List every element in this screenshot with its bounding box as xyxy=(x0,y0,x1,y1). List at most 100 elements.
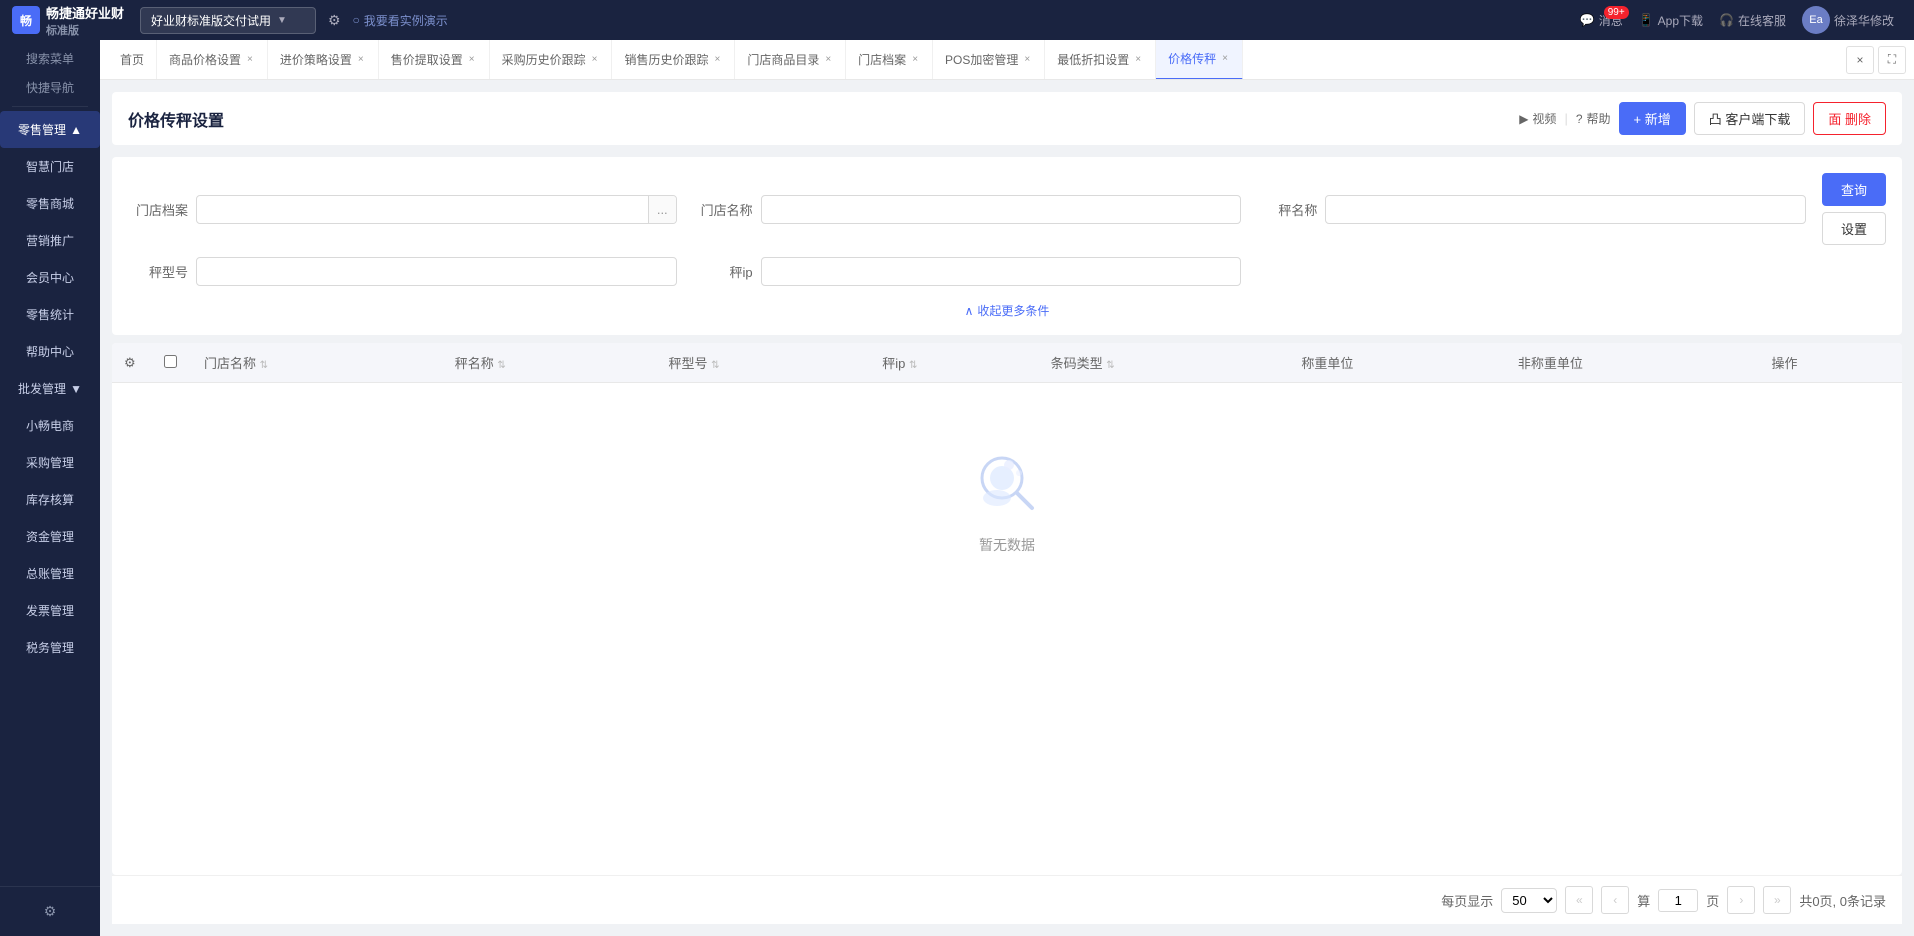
demo-link[interactable]: ○ 我要看实例演示 xyxy=(353,12,448,29)
scale-model-input[interactable] xyxy=(196,257,677,286)
col-barcode-type: 条码类型 ⇅ xyxy=(1039,343,1290,383)
store-file-label: 门店档案 xyxy=(128,200,188,219)
filter-store-file: 门店档案 ... xyxy=(128,195,677,224)
download-button[interactable]: 凸 客户端下载 xyxy=(1694,102,1806,135)
sidebar-item-finance[interactable]: 资金管理 xyxy=(0,518,100,555)
sidebar-divider xyxy=(12,106,88,107)
user-profile-btn[interactable]: Ea 徐泽华修改 xyxy=(1802,6,1894,34)
video-link[interactable]: ▶ 视频 xyxy=(1519,110,1556,127)
tab-close-purchase-history[interactable]: × xyxy=(590,53,600,66)
sidebar-item-general-ledger[interactable]: 总账管理 xyxy=(0,555,100,592)
per-page-select[interactable]: 50 10 20 100 xyxy=(1501,888,1557,913)
sidebar-search[interactable]: 搜索菜单 xyxy=(0,40,100,73)
sort-icon: ⇅ xyxy=(260,360,268,371)
tab-price-transfer[interactable]: 价格传秤 × xyxy=(1156,40,1243,80)
tab-close-pos-manage[interactable]: × xyxy=(1022,53,1032,66)
add-button[interactable]: + 新增 xyxy=(1619,102,1686,135)
tab-close-min-discount[interactable]: × xyxy=(1133,53,1143,66)
top-bar: 畅 畅捷通好业财 标准版 好业财标准版交付试用 ▼ ⚙ ○ 我要看实例演示 💬 … xyxy=(0,0,1914,40)
tab-purchase-strategy[interactable]: 进价策略设置 × xyxy=(268,40,379,80)
tab-close-price-settings[interactable]: × xyxy=(245,53,255,66)
tab-store-catalog[interactable]: 门店商品目录 × xyxy=(735,40,846,80)
help-link[interactable]: ? 帮助 xyxy=(1576,110,1611,127)
sidebar-item-invoice[interactable]: 发票管理 xyxy=(0,592,100,629)
store-file-ellipsis[interactable]: ... xyxy=(648,196,676,223)
store-file-input[interactable] xyxy=(197,196,648,223)
headset-icon: 🎧 xyxy=(1719,13,1734,27)
sidebar: 搜索菜单 快捷导航 零售管理 ▲ 智慧门店 零售商城 营销推广 会员中心 xyxy=(0,40,100,936)
table-settings-icon[interactable]: ⚙ xyxy=(124,355,136,370)
filter-row-2: 秤型号 秤ip xyxy=(128,257,1886,286)
sidebar-item-smart-store[interactable]: 智慧门店 xyxy=(0,148,100,185)
tab-close-purchase-strategy[interactable]: × xyxy=(356,53,366,66)
chevron-down-icon: ▼ xyxy=(277,15,287,26)
sidebar-quick-nav[interactable]: 快捷导航 xyxy=(0,73,100,102)
tab-store-file[interactable]: 门店档案 × xyxy=(846,40,933,80)
last-page-btn[interactable]: » xyxy=(1763,886,1791,914)
tab-purchase-history[interactable]: 采购历史价跟踪 × xyxy=(490,40,613,80)
sidebar-item-retail-stats[interactable]: 零售统计 xyxy=(0,296,100,333)
page-header-actions: ▶ 视频 | ? 帮助 + 新增 凸 客户端下载 面 删除 xyxy=(1519,102,1886,135)
top-bar-right: 💬 消息 99+ 📱 App下载 🎧 在线客服 Ea 徐泽华修改 xyxy=(1580,6,1894,34)
filter-scale-ip: 秤ip xyxy=(693,257,1242,286)
sidebar-item-small-ecom[interactable]: 小畅电商 xyxy=(0,407,100,444)
online-service-btn[interactable]: 🎧 在线客服 xyxy=(1719,12,1786,29)
tab-sale-history[interactable]: 销售历史价跟踪 × xyxy=(612,40,735,80)
tab-min-discount[interactable]: 最低折扣设置 × xyxy=(1045,40,1156,80)
avatar: Ea xyxy=(1802,6,1830,34)
sidebar-item-retail[interactable]: 零售管理 ▲ xyxy=(0,111,100,148)
store-name-input[interactable] xyxy=(761,195,1242,224)
sidebar-item-marketing[interactable]: 营销推广 xyxy=(0,222,100,259)
tab-price-settings[interactable]: 商品价格设置 × xyxy=(157,40,268,80)
store-file-input-group: ... xyxy=(196,195,677,224)
col-scale-name: 秤名称 ⇅ xyxy=(443,343,657,383)
delete-button[interactable]: 面 删除 xyxy=(1813,102,1886,135)
page-number-input[interactable] xyxy=(1658,889,1698,912)
sidebar-item-purchase[interactable]: 采购管理 xyxy=(0,444,100,481)
sidebar-item-member[interactable]: 会员中心 xyxy=(0,259,100,296)
collapse-button[interactable]: ∧ 收起更多条件 xyxy=(965,302,1050,319)
col-scale-model: 秤型号 ⇅ xyxy=(656,343,870,383)
sidebar-settings-icon[interactable]: ⚙ xyxy=(0,895,100,928)
settings-filter-button[interactable]: 设置 xyxy=(1822,212,1886,245)
sidebar-item-wholesale[interactable]: 批发管理 ▼ xyxy=(0,370,100,407)
scale-ip-input[interactable] xyxy=(761,257,1242,286)
scale-name-input[interactable] xyxy=(1325,195,1806,224)
table-section: ⚙ 门店名称 ⇅ 秤名称 xyxy=(112,343,1902,875)
tab-close-sale-history[interactable]: × xyxy=(712,53,722,66)
tab-home[interactable]: 首页 xyxy=(108,40,157,80)
sort-icon: ⇅ xyxy=(711,360,719,371)
tab-close-sale-pickup[interactable]: × xyxy=(467,53,477,66)
demo-icon: ○ xyxy=(353,13,360,27)
store-name-label: 门店名称 xyxy=(693,200,753,219)
empty-text: 暂无数据 xyxy=(979,535,1035,555)
version-selector[interactable]: 好业财标准版交付试用 ▼ xyxy=(140,7,316,34)
tab-pos-manage[interactable]: POS加密管理 × xyxy=(933,40,1045,80)
messages-badge: 99+ xyxy=(1604,6,1629,19)
app-download-btn[interactable]: 📱 App下载 xyxy=(1639,12,1703,29)
version-settings-icon[interactable]: ⚙ xyxy=(324,8,345,33)
collapse-row: ∧ 收起更多条件 xyxy=(128,298,1886,319)
tab-close-store-file[interactable]: × xyxy=(910,53,920,66)
tab-sale-pickup[interactable]: 售价提取设置 × xyxy=(379,40,490,80)
select-all-checkbox[interactable] xyxy=(164,355,177,368)
page-text: 页 xyxy=(1706,891,1719,910)
sidebar-item-tax[interactable]: 税务管理 xyxy=(0,629,100,666)
tab-close-price-transfer[interactable]: × xyxy=(1220,52,1230,65)
next-page-btn[interactable]: › xyxy=(1727,886,1755,914)
sidebar-item-inventory[interactable]: 库存核算 xyxy=(0,481,100,518)
first-page-btn[interactable]: « xyxy=(1565,886,1593,914)
sidebar-item-retail-mall[interactable]: 零售商城 xyxy=(0,185,100,222)
messages-btn[interactable]: 💬 消息 99+ xyxy=(1580,12,1623,29)
tab-close-all-btn[interactable]: × xyxy=(1846,46,1874,74)
filter-store-name: 门店名称 xyxy=(693,195,1242,224)
tab-expand-btn[interactable]: ⛶ xyxy=(1878,46,1906,74)
pagination-bar: 每页显示 50 10 20 100 « ‹ 算 页 › » 共0页, 0条记录 xyxy=(112,875,1902,924)
query-button[interactable]: 查询 xyxy=(1822,173,1886,206)
chevron-down-icon: ▼ xyxy=(70,382,82,396)
version-text: 好业财标准版交付试用 xyxy=(151,12,271,29)
col-weight-unit: 称重单位 xyxy=(1289,343,1506,383)
tab-close-store-catalog[interactable]: × xyxy=(823,53,833,66)
prev-page-btn[interactable]: ‹ xyxy=(1601,886,1629,914)
sidebar-item-help[interactable]: 帮助中心 xyxy=(0,333,100,370)
